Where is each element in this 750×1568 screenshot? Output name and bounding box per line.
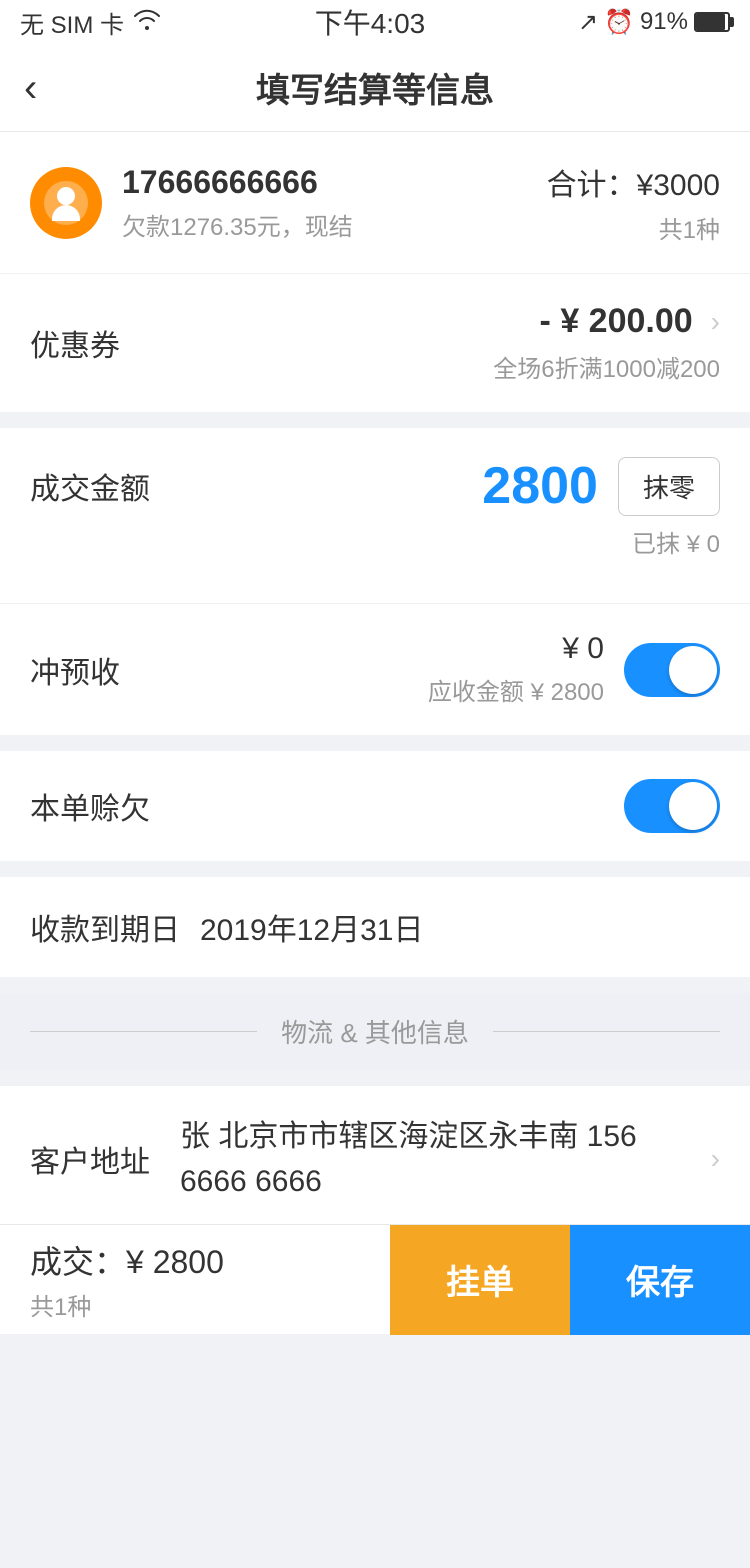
coupon-desc: 全场6折满1000减200 — [493, 349, 720, 384]
bottom-bar: 成交：¥ 2800 共1种 挂单 保存 — [0, 1224, 750, 1334]
customer-sub: 欠款1276.35元，现结 — [122, 207, 353, 242]
duedate-value: 2019年12月31日 — [200, 905, 423, 949]
transaction-label: 成交金额 — [30, 464, 150, 508]
avatar — [30, 167, 102, 239]
transaction-row: 成交金额 2800 抹零 — [30, 456, 720, 516]
status-right: ↗ ⏰ 91% — [578, 8, 730, 37]
bottom-count: 共1种 — [30, 1287, 360, 1322]
prepayment-toggle[interactable] — [624, 643, 720, 697]
bottom-amount: 成交：¥ 2800 — [30, 1237, 360, 1283]
transaction-amount: 2800 — [482, 456, 598, 516]
duedate-section: 收款到期日 2019年12月31日 — [0, 877, 750, 977]
wifi-icon — [132, 8, 162, 37]
customer-info: 17666666666 欠款1276.35元，现结 — [122, 164, 353, 242]
customer-right: 合计：¥3000 共1种 — [547, 160, 720, 245]
prepayment-sub: 应收金额 ¥ 2800 — [428, 672, 604, 707]
address-section[interactable]: 客户地址 张 北京市市辖区海淀区永丰南 156 6666 6666 › — [0, 1086, 750, 1232]
coupon-amount: - ¥ 200.00 — [540, 302, 693, 341]
customer-row: 17666666666 欠款1276.35元，现结 合计：¥3000 共1种 — [0, 132, 750, 273]
coupon-label: 优惠券 — [30, 321, 120, 365]
location-icon: ↗ — [578, 8, 598, 37]
alarm-icon: ⏰ — [604, 8, 634, 37]
divider-text: 物流 & 其他信息 — [257, 1013, 493, 1050]
save-button[interactable]: 保存 — [570, 1225, 750, 1335]
back-button[interactable]: ‹ — [24, 68, 37, 108]
pending-button[interactable]: 挂单 — [390, 1225, 570, 1335]
bottom-summary-label: 成交： — [30, 1244, 126, 1280]
address-label: 客户地址 — [30, 1137, 150, 1181]
round-button[interactable]: 抹零 — [618, 457, 720, 516]
customer-phone: 17666666666 — [122, 164, 353, 201]
prepayment-row: 冲预收 ¥ 0 应收金额 ¥ 2800 — [30, 632, 720, 707]
avatar-icon — [44, 181, 88, 225]
toggle-knob — [669, 646, 717, 694]
prepayment-values: ¥ 0 应收金额 ¥ 2800 — [428, 632, 604, 707]
coupon-row[interactable]: 优惠券 - ¥ 200.00 › 全场6折满1000减200 — [0, 273, 750, 412]
content-area: 17666666666 欠款1276.35元，现结 合计：¥3000 共1种 优… — [0, 132, 750, 1568]
prepayment-label: 冲预收 — [30, 648, 120, 692]
section-gap-1 — [0, 735, 750, 751]
transaction-right: 2800 抹零 — [482, 456, 720, 516]
sim-status: 无 SIM 卡 — [20, 5, 124, 40]
bottom-summary: 成交：¥ 2800 共1种 — [0, 1237, 390, 1322]
customer-left: 17666666666 欠款1276.35元，现结 — [30, 164, 353, 242]
total-amount: 合计：¥3000 — [547, 160, 720, 204]
debt-toggle[interactable] — [624, 779, 720, 833]
address-value: 张 北京市市辖区海淀区永丰南 156 6666 6666 — [180, 1114, 703, 1204]
coupon-right: - ¥ 200.00 › 全场6折满1000减200 — [493, 302, 720, 384]
duedate-label: 收款到期日 — [30, 905, 180, 949]
prepayment-value: ¥ 0 — [428, 632, 604, 666]
status-left: 无 SIM 卡 — [20, 5, 162, 40]
battery-level: 91% — [640, 8, 688, 36]
bottom-amount-value: ¥ 2800 — [126, 1244, 224, 1280]
transaction-sub: 已抹 ¥ 0 — [30, 524, 720, 559]
transaction-row-container: 成交金额 2800 抹零 已抹 ¥ 0 — [0, 428, 750, 587]
divider-line-right — [493, 1031, 720, 1032]
chevron-right-icon: › — [711, 306, 720, 338]
transaction-section: 成交金额 2800 抹零 已抹 ¥ 0 冲预收 ¥ 0 应收金额 ¥ 2800 — [0, 428, 750, 735]
status-bar: 无 SIM 卡 下午4:03 ↗ ⏰ 91% — [0, 0, 750, 44]
battery-icon — [694, 12, 730, 32]
total-count: 共1种 — [547, 210, 720, 245]
address-chevron-icon: › — [711, 1143, 720, 1175]
debt-section: 本单赊欠 — [0, 751, 750, 861]
status-time: 下午4:03 — [315, 2, 426, 42]
debt-toggle-knob — [669, 782, 717, 830]
page-title: 填写结算等信息 — [256, 63, 494, 112]
nav-bar: ‹ 填写结算等信息 — [0, 44, 750, 132]
divider-section: 物流 & 其他信息 — [0, 993, 750, 1070]
prepayment-right: ¥ 0 应收金额 ¥ 2800 — [428, 632, 720, 707]
divider-line-left — [30, 1031, 257, 1032]
debt-label: 本单赊欠 — [30, 784, 150, 828]
prepayment-section: 冲预收 ¥ 0 应收金额 ¥ 2800 — [0, 603, 750, 735]
customer-card: 17666666666 欠款1276.35元，现结 合计：¥3000 共1种 优… — [0, 132, 750, 412]
